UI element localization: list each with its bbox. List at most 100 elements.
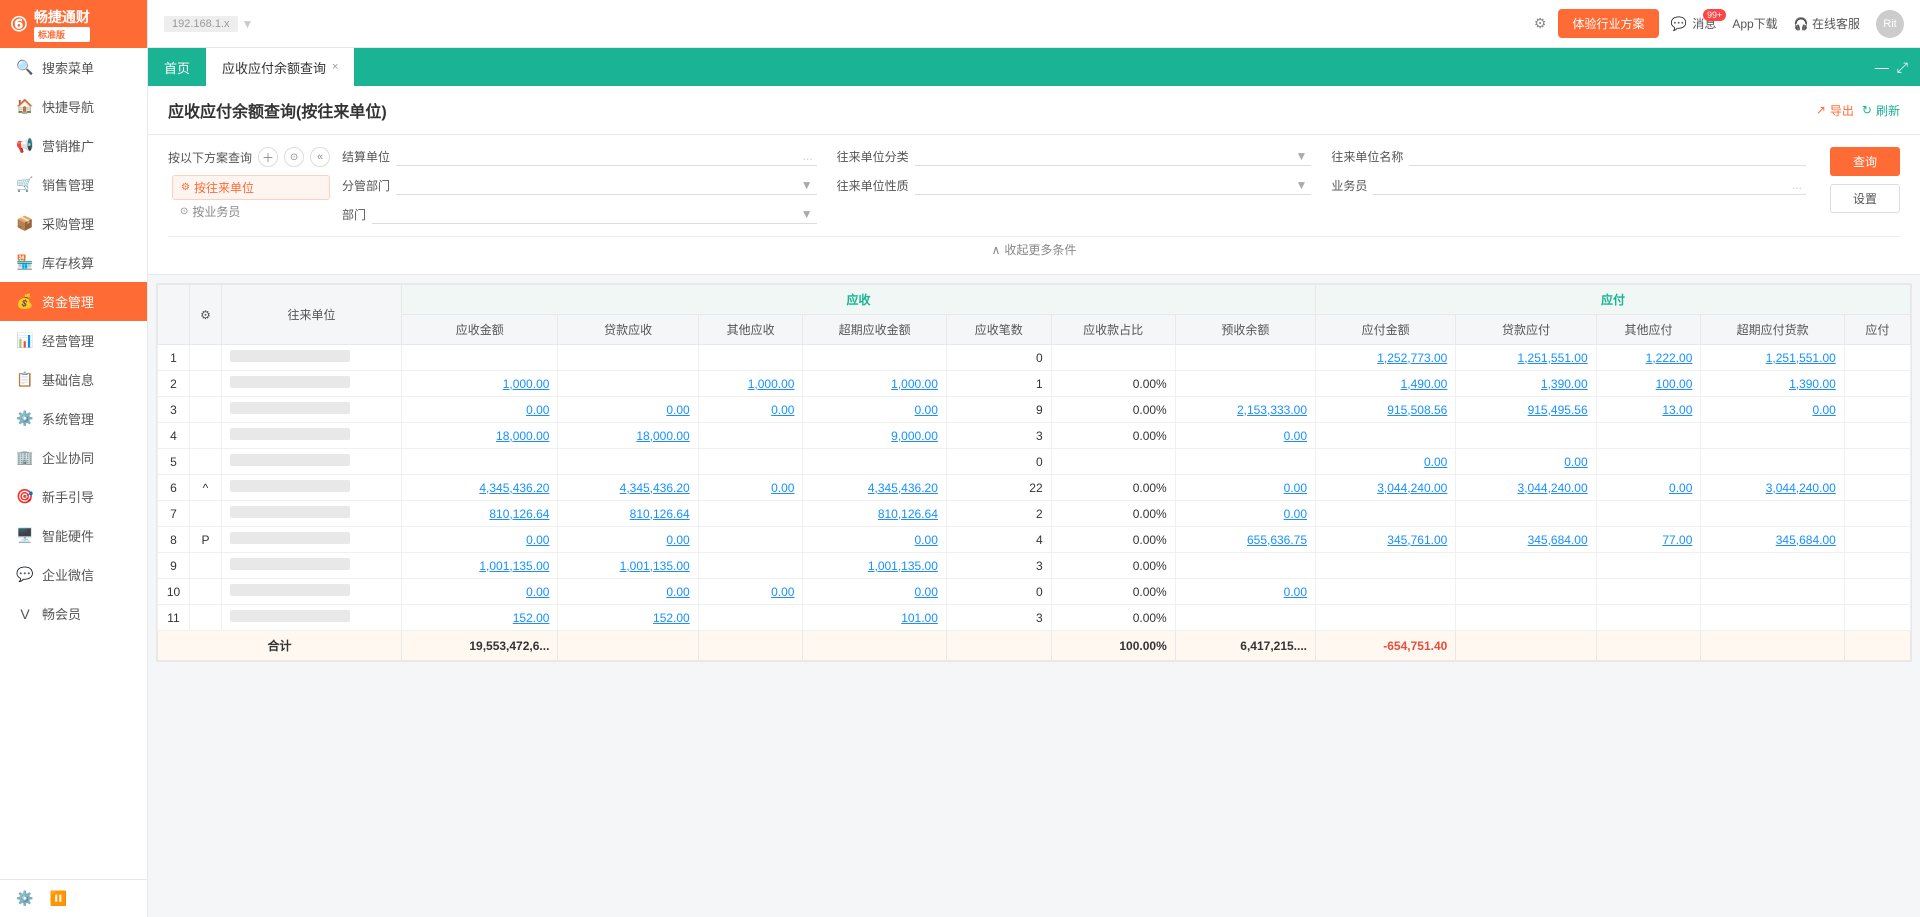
cell-超期应收金额[interactable]: 4,345,436.20 [803,475,946,501]
sidebar-item-sales[interactable]: 🛒销售管理 [0,165,147,204]
cell-应收金额[interactable]: 810,126.64 [402,501,558,527]
cell-贷款应付[interactable]: 0.00 [1456,449,1596,475]
tab-close-icon[interactable]: × [332,61,338,73]
bumon-arrow[interactable]: ▼ [801,207,813,221]
jiesuan-input[interactable] [396,147,817,166]
cell-应付金额[interactable]: 0.00 [1316,449,1456,475]
cell-超期应付货款[interactable]: 345,684.00 [1701,527,1844,553]
cell-应收金额[interactable]: 1,000.00 [402,371,558,397]
cell-应付金额[interactable]: 1,252,773.00 [1316,345,1456,371]
cell-贷款应收[interactable]: 0.00 [558,397,698,423]
cell-预收余额[interactable]: 0.00 [1175,423,1315,449]
cell-应收金额[interactable]: 1,001,135.00 [402,553,558,579]
query-button[interactable]: 查询 [1830,147,1900,176]
set-button[interactable]: 设置 [1830,184,1900,213]
cell-应收金额[interactable]: 152.00 [402,605,558,631]
cell-超期应收金额[interactable]: 0.00 [803,527,946,553]
sidebar-item-vip[interactable]: V畅会员 [0,594,147,633]
cell-贷款应收[interactable]: 18,000.00 [558,423,698,449]
filter-nav-button[interactable]: « [310,147,330,167]
sidebar-item-operation[interactable]: 📊经营管理 [0,321,147,360]
sidebar-item-marketing[interactable]: 📢营销推广 [0,126,147,165]
cell-预收余额[interactable]: 655,636.75 [1175,527,1315,553]
cell-应收金额[interactable]: 4,345,436.20 [402,475,558,501]
wanglai-name-input[interactable] [1409,147,1806,166]
filter-option-salesperson[interactable]: ⊙ 按业务员 [172,200,330,223]
cell-贷款应收[interactable]: 152.00 [558,605,698,631]
fenguanbumon-arrow[interactable]: ▼ [801,178,813,192]
cell-其他应付[interactable]: 1,222.00 [1596,345,1701,371]
collapse-icon[interactable]: ⏸️ [49,890,66,907]
cell-超期应付货款[interactable]: 3,044,240.00 [1701,475,1844,501]
cell-应付金额[interactable]: 915,508.56 [1316,397,1456,423]
col-settings[interactable]: ⚙ [190,285,222,345]
cell-其他应收[interactable]: 0.00 [698,475,803,501]
cell-贷款应收[interactable]: 1,001,135.00 [558,553,698,579]
cell-超期应收金额[interactable]: 0.00 [803,579,946,605]
cell-应付金额[interactable]: 3,044,240.00 [1316,475,1456,501]
sidebar-item-basic[interactable]: 📋基础信息 [0,360,147,399]
cell-贷款应付[interactable]: 345,684.00 [1456,527,1596,553]
cell-超期应收金额[interactable]: 0.00 [803,397,946,423]
cell-预收余额[interactable]: 0.00 [1175,501,1315,527]
cell-应付金额[interactable]: 1,490.00 [1316,371,1456,397]
cell-其他应收[interactable]: 0.00 [698,397,803,423]
yewuyuan-input[interactable] [1373,176,1806,195]
cell-其他应付[interactable]: 13.00 [1596,397,1701,423]
cell-贷款应付[interactable]: 1,390.00 [1456,371,1596,397]
cell-贷款应付[interactable]: 3,044,240.00 [1456,475,1596,501]
filter-add-button[interactable]: ＋ [258,147,278,167]
cell-超期应收金额[interactable]: 9,000.00 [803,423,946,449]
cell-应收金额[interactable]: 0.00 [402,397,558,423]
cell-其他应付[interactable]: 100.00 [1596,371,1701,397]
cell-应付金额[interactable]: 345,761.00 [1316,527,1456,553]
cell-贷款应付[interactable]: 915,495.56 [1456,397,1596,423]
cell-超期应付货款[interactable]: 0.00 [1701,397,1844,423]
filter-option-partner[interactable]: ⚙ 按往来单位 [172,175,330,200]
settings-icon[interactable]: ⚙️ [16,890,33,907]
sidebar-item-finance[interactable]: 💰资金管理 [0,282,147,321]
cell-超期应付货款[interactable]: 1,251,551.00 [1701,345,1844,371]
cell-贷款应付[interactable]: 1,251,551.00 [1456,345,1596,371]
tab-maximize-icon[interactable]: ⤢ [1897,59,1908,76]
cell-超期应收金额[interactable]: 810,126.64 [803,501,946,527]
cell-预收余额[interactable]: 0.00 [1175,475,1315,501]
wanglai-nature-arrow[interactable]: ▼ [1295,178,1307,192]
cell-应收金额[interactable]: 0.00 [402,527,558,553]
sidebar-item-guide[interactable]: 🎯新手引导 [0,477,147,516]
filter-dot-button[interactable]: ⊙ [284,147,304,167]
cell-其他应收[interactable]: 0.00 [698,579,803,605]
refresh-button[interactable]: ↻ 刷新 [1862,102,1900,119]
cell-其他应收[interactable]: 1,000.00 [698,371,803,397]
sidebar-item-hardware[interactable]: 🖥️智能硬件 [0,516,147,555]
cell-超期应收金额[interactable]: 101.00 [803,605,946,631]
cell-贷款应收[interactable]: 0.00 [558,527,698,553]
cell-贷款应收[interactable]: 810,126.64 [558,501,698,527]
sidebar-item-system[interactable]: ⚙️系统管理 [0,399,147,438]
cell-贷款应收[interactable]: 4,345,436.20 [558,475,698,501]
cell-贷款应收[interactable]: 0.00 [558,579,698,605]
sidebar-item-corp[interactable]: 🏢企业协同 [0,438,147,477]
wanglai-fenlei-arrow[interactable]: ▼ [1295,149,1307,163]
collapse-button[interactable]: ∧ 收起更多条件 [168,236,1900,262]
cell-应收金额[interactable]: 18,000.00 [402,423,558,449]
sidebar-item-quicknav[interactable]: 🏠快捷导航 [0,87,147,126]
tab-minimize-icon[interactable]: — [1875,59,1889,75]
cell-其他应付[interactable]: 77.00 [1596,527,1701,553]
cell-其他应付[interactable]: 0.00 [1596,475,1701,501]
cell-预收余额[interactable]: 0.00 [1175,579,1315,605]
table-row: 6^4,345,436.204,345,436.200.004,345,436.… [158,475,1911,501]
col-bishu: 应收笔数 [946,315,1051,345]
sidebar-item-wechat[interactable]: 💬企业微信 [0,555,147,594]
sidebar-item-search[interactable]: 🔍搜索菜单 [0,48,147,87]
cell-预收余额[interactable]: 2,153,333.00 [1175,397,1315,423]
tab-active[interactable]: 应收应付余额查询 × [206,48,354,86]
sidebar-item-inventory[interactable]: 🏪库存核算 [0,243,147,282]
cell-超期应付货款[interactable]: 1,390.00 [1701,371,1844,397]
sidebar-item-purchase[interactable]: 📦采购管理 [0,204,147,243]
tab-home[interactable]: 首页 [148,48,206,86]
cell-应收金额[interactable]: 0.00 [402,579,558,605]
export-button[interactable]: ↗ 导出 [1816,102,1854,119]
cell-超期应收金额[interactable]: 1,000.00 [803,371,946,397]
cell-超期应收金额[interactable]: 1,001,135.00 [803,553,946,579]
